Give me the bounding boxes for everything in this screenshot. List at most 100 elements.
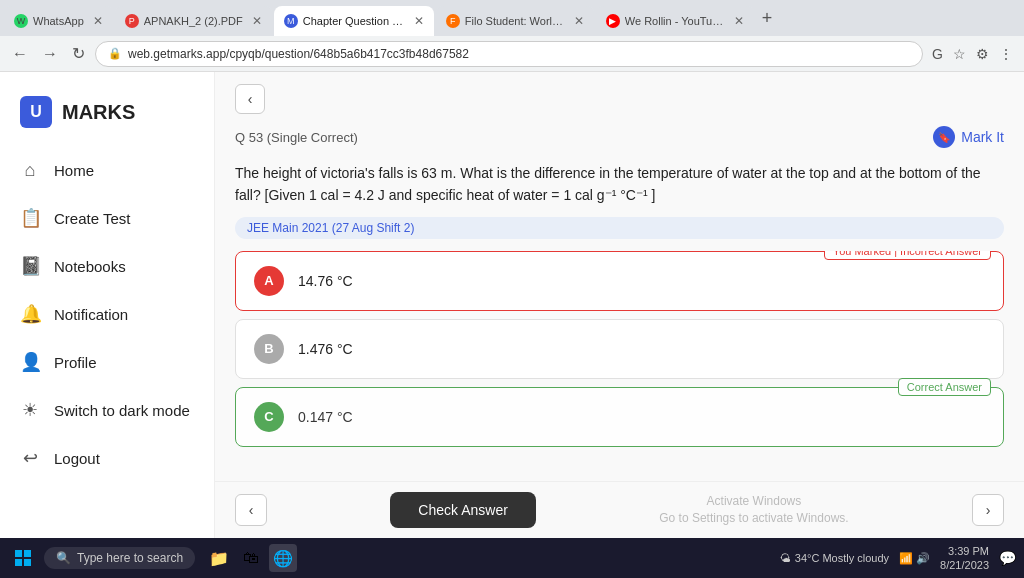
bookmark-button[interactable]: ☆ (950, 44, 969, 64)
url-text: web.getmarks.app/cpyqb/question/648b5a6b… (128, 47, 910, 61)
option-b-text: 1.476 °C (298, 341, 353, 357)
taskbar-clock: 3:39 PM 8/21/2023 (940, 544, 989, 573)
sidebar-item-create-test[interactable]: 📋 Create Test (0, 195, 214, 241)
svg-rect-2 (15, 559, 22, 566)
question-type: Q 53 (Single Correct) (235, 130, 358, 145)
sidebar-item-dark-mode[interactable]: ☀ Switch to dark mode (0, 387, 214, 433)
tab-close-filo[interactable]: ✕ (574, 14, 584, 28)
profile-browser-button[interactable]: G (929, 44, 946, 64)
tab-marks[interactable]: M Chapter Question - MARKS ✕ (274, 6, 434, 36)
sidebar-label-home: Home (54, 162, 94, 179)
taskbar-pinned-icons: 📁 🛍 🌐 (205, 544, 297, 572)
sidebar-item-logout[interactable]: ↩ Logout (0, 435, 214, 481)
question-header: ‹ (215, 72, 1024, 122)
sidebar-item-profile[interactable]: 👤 Profile (0, 339, 214, 385)
question-meta-row: Q 53 (Single Correct) 🔖 Mark It (215, 122, 1024, 156)
address-bar-container: ← → ↻ 🔒 web.getmarks.app/cpyqb/question/… (0, 36, 1024, 72)
sidebar: U MARKS ⌂ Home 📋 Create Test 📓 Notebooks… (0, 72, 215, 538)
sidebar-item-home[interactable]: ⌂ Home (0, 148, 214, 193)
notebooks-icon: 📓 (20, 255, 40, 277)
option-a-text: 14.76 °C (298, 273, 353, 289)
next-question-button[interactable]: › (972, 494, 1004, 526)
option-c[interactable]: C 0.147 °C Correct Answer (235, 387, 1004, 447)
taskbar-icon-chrome[interactable]: 🌐 (269, 544, 297, 572)
taskbar-icon-explorer[interactable]: 📁 (205, 544, 233, 572)
browser-action-buttons: G ☆ ⚙ ⋮ (929, 44, 1016, 64)
volume-icon: 🔊 (916, 552, 930, 565)
taskbar-icon-store[interactable]: 🛍 (237, 544, 265, 572)
sidebar-item-notification[interactable]: 🔔 Notification (0, 291, 214, 337)
main-content: ‹ Q 53 (Single Correct) 🔖 Mark It The he… (215, 72, 1024, 538)
prev-question-button[interactable]: ‹ (235, 494, 267, 526)
sidebar-logo: U MARKS (0, 88, 214, 148)
bottom-nav: ‹ Check Answer Activate Windows Go to Se… (215, 481, 1024, 538)
sidebar-label-notification: Notification (54, 306, 128, 323)
svg-rect-0 (15, 550, 22, 557)
sidebar-label-notebooks: Notebooks (54, 258, 126, 275)
svg-rect-3 (24, 559, 31, 566)
sidebar-label-logout: Logout (54, 450, 100, 467)
sidebar-item-notebooks[interactable]: 📓 Notebooks (0, 243, 214, 289)
tab-close-whatsapp[interactable]: ✕ (93, 14, 103, 28)
refresh-button[interactable]: ↻ (68, 42, 89, 65)
tab-close-marks[interactable]: ✕ (414, 14, 424, 28)
address-bar[interactable]: 🔒 web.getmarks.app/cpyqb/question/648b5a… (95, 41, 923, 67)
mark-it-icon: 🔖 (933, 126, 955, 148)
taskbar: 🔍 Type here to search 📁 🛍 🌐 🌤 34°C Mostl… (0, 538, 1024, 578)
dark-mode-icon: ☀ (20, 399, 40, 421)
svg-rect-1 (24, 550, 31, 557)
notification-icon: 🔔 (20, 303, 40, 325)
network-icon: 📶 (899, 552, 913, 565)
option-b[interactable]: B 1.476 °C (235, 319, 1004, 379)
option-c-badge: Correct Answer (898, 378, 991, 396)
sidebar-navigation: ⌂ Home 📋 Create Test 📓 Notebooks 🔔 Notif… (0, 148, 214, 522)
start-button[interactable] (8, 543, 38, 573)
tab-filo[interactable]: F Filo Student: World's Only L... ✕ (436, 6, 594, 36)
sidebar-label-create-test: Create Test (54, 210, 130, 227)
option-a-badge: You Marked | Incorrect Answer (824, 251, 991, 260)
extensions-button[interactable]: ⚙ (973, 44, 992, 64)
weather-icon: 🌤 (780, 552, 791, 564)
new-tab-button[interactable]: + (756, 8, 779, 29)
mark-it-label: Mark It (961, 129, 1004, 145)
tab-whatsapp[interactable]: W WhatsApp ✕ (4, 6, 113, 36)
windows-logo-icon (15, 550, 31, 566)
question-tag: JEE Main 2021 (27 Aug Shift 2) (235, 217, 1004, 239)
notification-bell-icon[interactable]: 💬 (999, 550, 1016, 566)
search-icon: 🔍 (56, 551, 71, 565)
tab-icon-marks: M (284, 14, 298, 28)
tab-icon-filo: F (446, 14, 460, 28)
back-button[interactable]: ‹ (235, 84, 265, 114)
option-a-circle: A (254, 266, 284, 296)
logout-icon: ↩ (20, 447, 40, 469)
tab-icon-whatsapp: W (14, 14, 28, 28)
tab-apnakh[interactable]: P APNAKH_2 (2).PDF ✕ (115, 6, 272, 36)
tab-youtube[interactable]: ▶ We Rollin - YouTube M... ✕ (596, 6, 754, 36)
home-icon: ⌂ (20, 160, 40, 181)
tab-icon-apnakh: P (125, 14, 139, 28)
tab-close-youtube[interactable]: ✕ (734, 14, 744, 28)
logo-icon: U (20, 96, 52, 128)
menu-button[interactable]: ⋮ (996, 44, 1016, 64)
question-text: The height of victoria's falls is 63 m. … (215, 156, 1024, 217)
taskbar-system-icons: 📶 🔊 (899, 552, 930, 565)
create-test-icon: 📋 (20, 207, 40, 229)
tab-icon-youtube: ▶ (606, 14, 620, 28)
options-container: A 14.76 °C You Marked | Incorrect Answer… (215, 251, 1024, 481)
logo-text: MARKS (62, 101, 135, 124)
option-c-circle: C (254, 402, 284, 432)
taskbar-right-area: 🌤 34°C Mostly cloudy 📶 🔊 3:39 PM 8/21/20… (780, 544, 1016, 573)
taskbar-search-bar[interactable]: 🔍 Type here to search (44, 547, 195, 569)
option-a[interactable]: A 14.76 °C You Marked | Incorrect Answer (235, 251, 1004, 311)
activate-windows-notice: Activate Windows Go to Settings to activ… (659, 493, 848, 527)
forward-nav-button[interactable]: → (38, 43, 62, 65)
browser-tabs: W WhatsApp ✕ P APNAKH_2 (2).PDF ✕ M Chap… (0, 0, 1024, 36)
sidebar-label-dark-mode: Switch to dark mode (54, 402, 190, 419)
mark-it-button[interactable]: 🔖 Mark It (933, 126, 1004, 148)
tab-close-apnakh[interactable]: ✕ (252, 14, 262, 28)
option-c-text: 0.147 °C (298, 409, 353, 425)
option-b-circle: B (254, 334, 284, 364)
back-nav-button[interactable]: ← (8, 43, 32, 65)
check-answer-button[interactable]: Check Answer (390, 492, 535, 528)
app-container: U MARKS ⌂ Home 📋 Create Test 📓 Notebooks… (0, 72, 1024, 538)
